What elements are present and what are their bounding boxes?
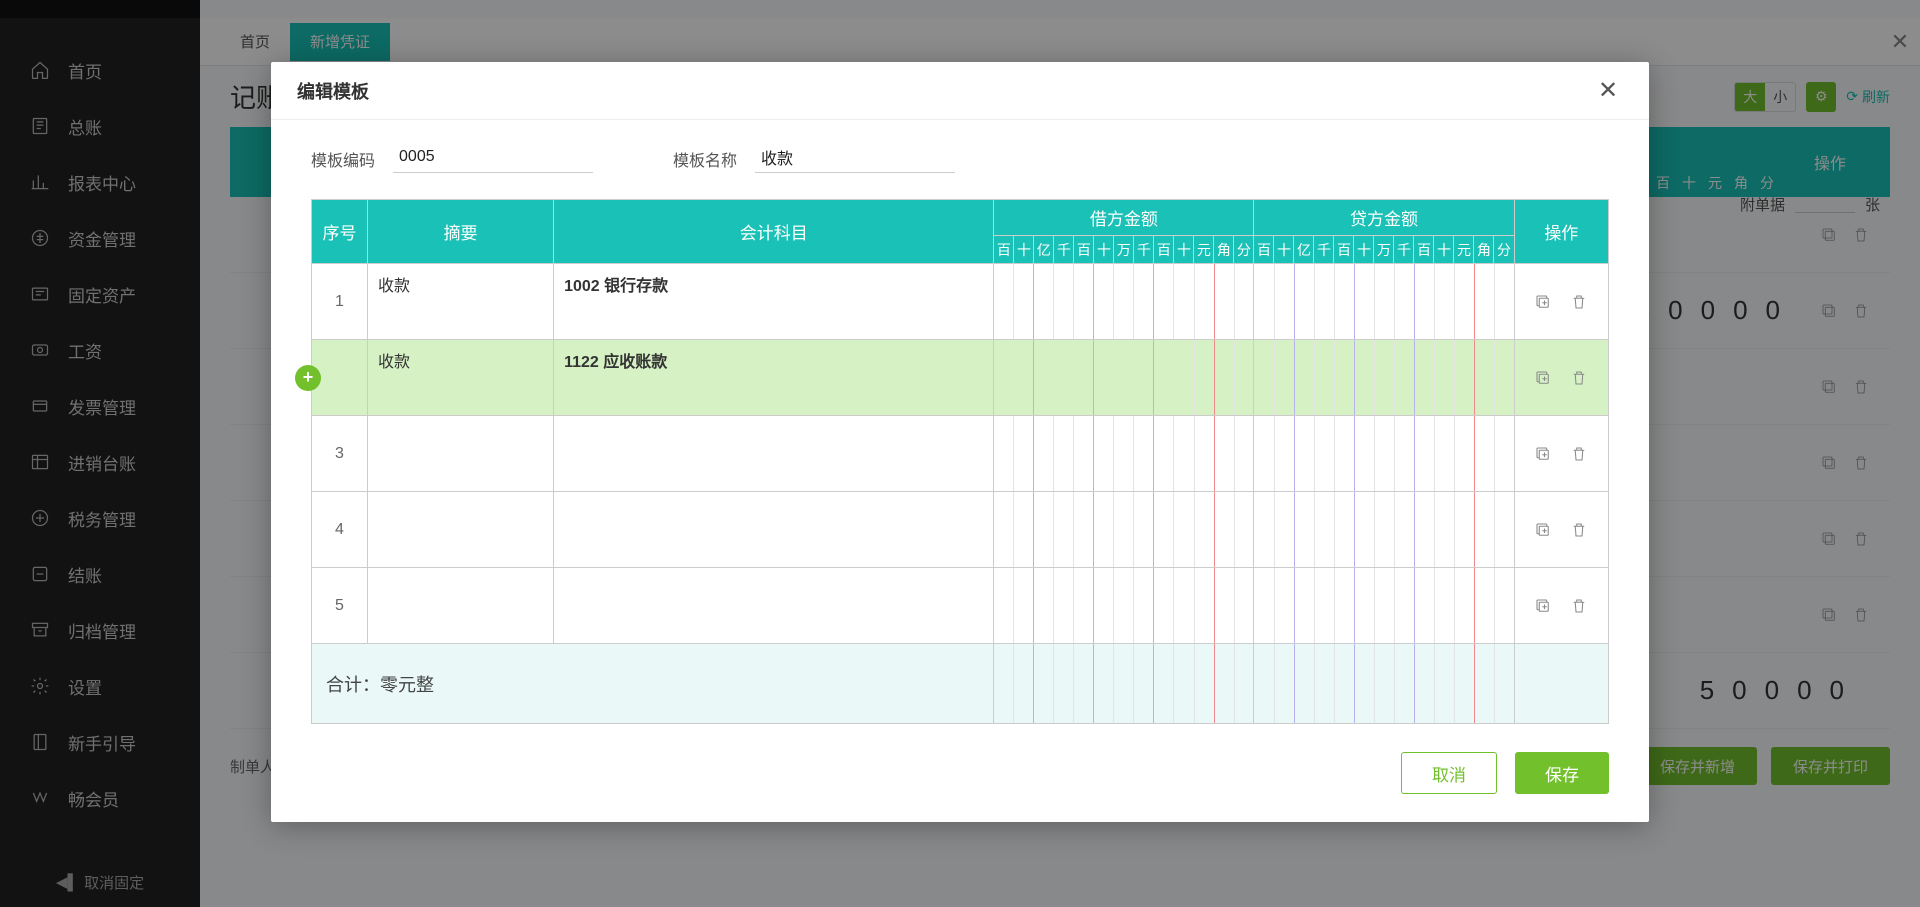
row-account[interactable]: 1002 银行存款	[554, 264, 994, 340]
row-debit[interactable]	[994, 492, 1254, 568]
row-index: 4	[312, 492, 368, 568]
col-debit: 借方金额	[994, 200, 1254, 236]
table-row[interactable]: 3	[312, 416, 1609, 492]
row-debit[interactable]	[994, 416, 1254, 492]
table-row[interactable]: +收款1122 应收账款	[312, 340, 1609, 416]
modal-footer: 取消 保存	[271, 734, 1649, 822]
col-index: 序号	[312, 200, 368, 264]
copy-icon[interactable]	[1534, 369, 1552, 387]
template-form: 模板编码 模板名称	[311, 144, 1609, 173]
row-summary[interactable]	[368, 416, 554, 492]
edit-template-modal: 编辑模板 ✕ 模板编码 模板名称 序号 摘要	[271, 62, 1649, 822]
copy-icon[interactable]	[1534, 293, 1552, 311]
row-summary[interactable]: 收款	[368, 264, 554, 340]
template-code-label: 模板编码	[311, 147, 375, 171]
col-ops: 操作	[1514, 200, 1608, 264]
template-entries-table: 序号 摘要 会计科目 借方金额 贷方金额 操作 百十亿千百十万千百十元角分 百十…	[311, 199, 1609, 724]
col-summary: 摘要	[368, 200, 554, 264]
total-debit-grid	[994, 644, 1253, 723]
delete-icon[interactable]	[1570, 293, 1588, 311]
delete-icon[interactable]	[1570, 521, 1588, 539]
col-account: 会计科目	[554, 200, 994, 264]
table-row[interactable]: 5	[312, 568, 1609, 644]
cancel-button[interactable]: 取消	[1401, 752, 1497, 794]
total-label: 合计：零元整	[312, 644, 994, 724]
template-code-input[interactable]	[393, 144, 593, 173]
add-row-button[interactable]: +	[295, 365, 321, 391]
delete-icon[interactable]	[1570, 597, 1588, 615]
row-credit[interactable]	[1254, 492, 1514, 568]
row-credit[interactable]	[1254, 568, 1514, 644]
copy-icon[interactable]	[1534, 521, 1552, 539]
row-index: +	[312, 340, 368, 416]
row-credit[interactable]	[1254, 416, 1514, 492]
row-credit[interactable]	[1254, 340, 1514, 416]
row-ops	[1514, 568, 1608, 644]
row-account[interactable]: 1122 应收账款	[554, 340, 994, 416]
row-ops	[1514, 492, 1608, 568]
col-credit: 贷方金额	[1254, 200, 1514, 236]
row-index: 3	[312, 416, 368, 492]
total-credit-grid	[1254, 644, 1513, 723]
table-row[interactable]: 4	[312, 492, 1609, 568]
row-credit[interactable]	[1254, 264, 1514, 340]
copy-icon[interactable]	[1534, 597, 1552, 615]
row-index: 5	[312, 568, 368, 644]
row-account[interactable]	[554, 492, 994, 568]
table-row[interactable]: 1收款1002 银行存款	[312, 264, 1609, 340]
row-summary[interactable]: 收款	[368, 340, 554, 416]
row-summary[interactable]	[368, 492, 554, 568]
row-index: 1	[312, 264, 368, 340]
copy-icon[interactable]	[1534, 445, 1552, 463]
save-button[interactable]: 保存	[1515, 752, 1609, 794]
delete-icon[interactable]	[1570, 369, 1588, 387]
row-account[interactable]	[554, 568, 994, 644]
row-debit[interactable]	[994, 568, 1254, 644]
template-name-label: 模板名称	[673, 147, 737, 171]
row-ops	[1514, 340, 1608, 416]
total-row: 合计：零元整	[312, 644, 1609, 724]
row-debit[interactable]	[994, 340, 1254, 416]
delete-icon[interactable]	[1570, 445, 1588, 463]
template-name-input[interactable]	[755, 144, 955, 173]
row-summary[interactable]	[368, 568, 554, 644]
row-ops	[1514, 416, 1608, 492]
modal-header: 编辑模板 ✕	[271, 62, 1649, 120]
row-debit[interactable]	[994, 264, 1254, 340]
row-account[interactable]	[554, 416, 994, 492]
modal-close-button[interactable]: ✕	[1593, 76, 1623, 106]
modal-title: 编辑模板	[297, 78, 369, 104]
row-ops	[1514, 264, 1608, 340]
